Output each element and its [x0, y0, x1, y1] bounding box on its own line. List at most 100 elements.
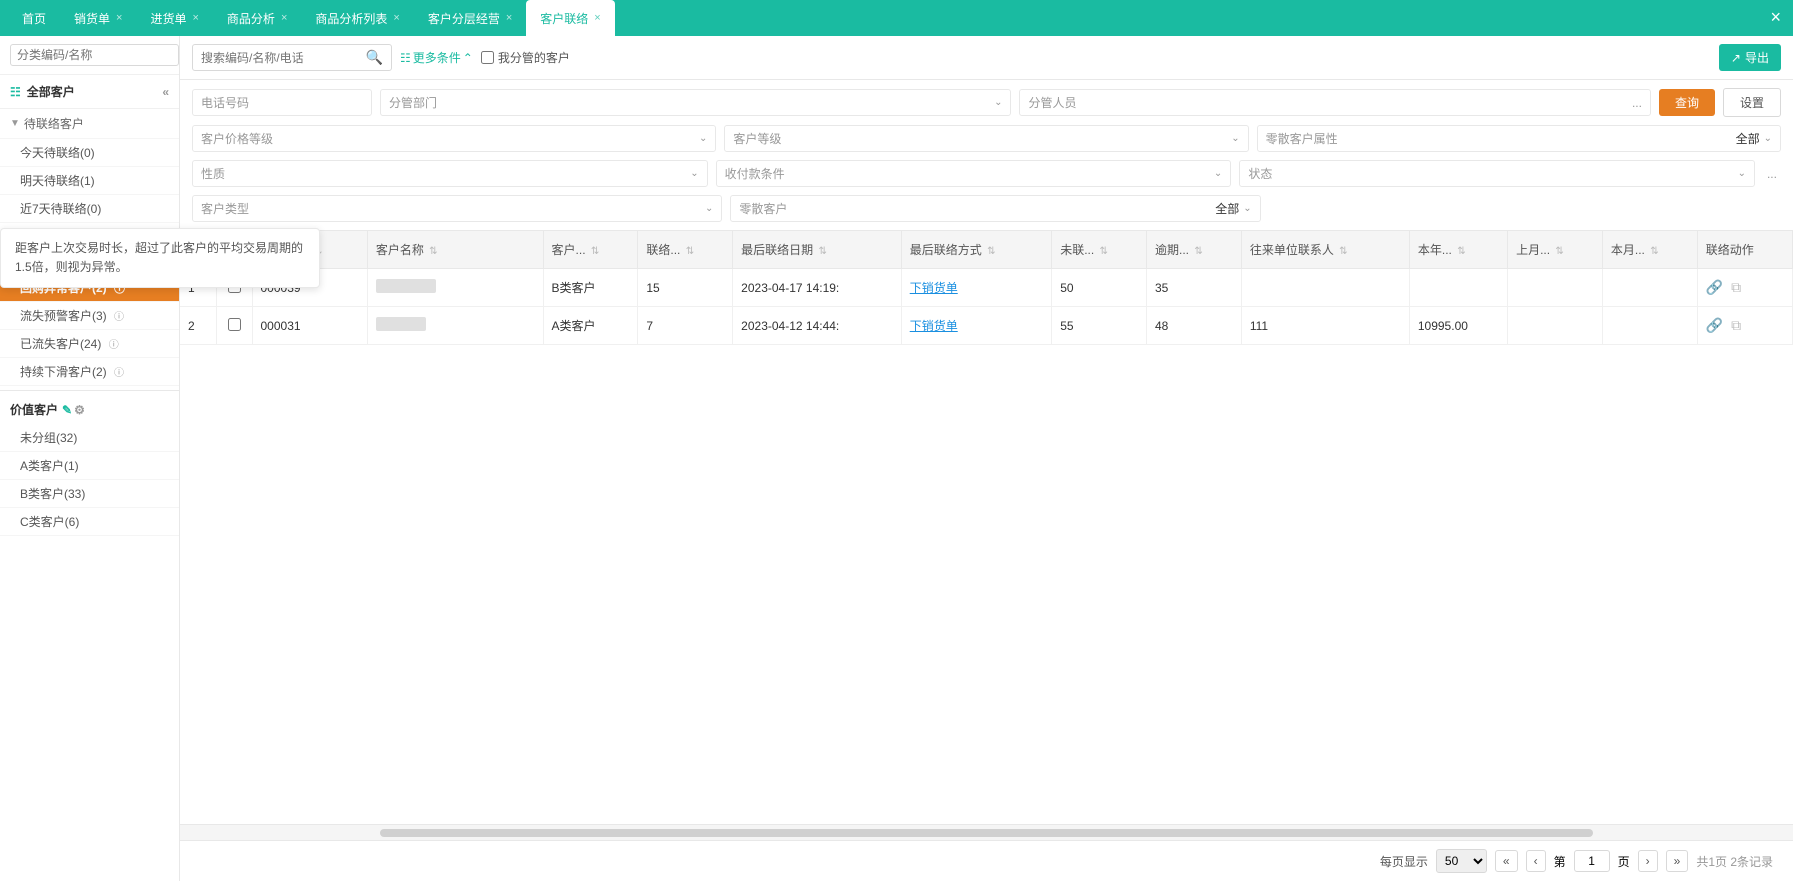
close-sales-tab[interactable]: × — [116, 12, 122, 24]
search-icon[interactable]: 🔍 — [366, 49, 383, 66]
export-button[interactable]: ↗ 导出 — [1719, 44, 1781, 71]
row2-grid-icon[interactable]: ⧉ — [1731, 317, 1741, 334]
edit-value-group-icon[interactable]: ✎ — [62, 403, 72, 417]
status-filter[interactable]: 状态 ⌄ — [1239, 160, 1755, 187]
th-unit-contact: 往来单位联系人 ⇅ — [1241, 231, 1409, 269]
filter-row3-dots[interactable]: ... — [1763, 167, 1781, 181]
filter-icon: ☷ — [400, 51, 411, 65]
per-page-select[interactable]: 50 100 200 — [1436, 849, 1487, 873]
row2-last-month — [1508, 307, 1603, 345]
tab-sales[interactable]: 销货单 × — [60, 0, 136, 36]
lost-help-icon[interactable]: ⓘ — [109, 340, 119, 351]
sidebar-item-tomorrow[interactable]: 明天待联络(1) — [0, 167, 179, 195]
close-customer-segment-tab[interactable]: × — [506, 12, 512, 24]
th-unread: 未联... ⇅ — [1052, 231, 1147, 269]
next-page-btn[interactable]: › — [1638, 850, 1658, 872]
gender-filter[interactable]: 性质 ⌄ — [192, 160, 708, 187]
close-purchase-tab[interactable]: × — [192, 12, 198, 24]
row2-name — [367, 307, 543, 345]
row2-link-icon[interactable]: 🔗 — [1706, 317, 1723, 334]
row1-last-month — [1508, 269, 1603, 307]
sidebar-item-today[interactable]: 今天待联络(0) — [0, 139, 179, 167]
sort-last-date-icon[interactable]: ⇅ — [819, 246, 827, 257]
payment-arrow-icon: ⌄ — [1214, 168, 1222, 179]
declining-help-icon[interactable]: ⓘ — [114, 368, 124, 379]
tab-analysis[interactable]: 商品分析 × — [213, 0, 301, 36]
pending-group[interactable]: ▼ 待联络客户 — [0, 109, 179, 139]
pending-arrow-icon: ▼ — [10, 118, 20, 129]
customer-type-arrow-icon: ⌄ — [705, 203, 713, 214]
customer-level-filter[interactable]: 客户等级 ⌄ — [724, 125, 1248, 152]
sort-this-month-icon[interactable]: ⇅ — [1650, 246, 1658, 257]
close-analysis-tab[interactable]: × — [281, 12, 287, 24]
tab-analysis-list[interactable]: 商品分析列表 × — [301, 0, 413, 36]
sidebar-item-unclassified[interactable]: 未分组(32) — [0, 424, 179, 452]
first-page-btn[interactable]: « — [1495, 850, 1518, 872]
row1-link-icon[interactable]: 🔗 — [1706, 279, 1723, 296]
row2-checkbox[interactable] — [216, 307, 252, 345]
row2-last-date: 2023-04-12 14:44: — [733, 307, 902, 345]
sidebar-item-c-class[interactable]: C类客户(6) — [0, 508, 179, 536]
table-wrapper[interactable]: ⚙ 客户编码 ⇅ 客户名称 ⇅ — [180, 231, 1793, 824]
row2-select-checkbox[interactable] — [228, 318, 241, 331]
close-all-tabs[interactable]: × — [1770, 8, 1781, 26]
tab-purchase[interactable]: 进货单 × — [136, 0, 212, 36]
collapse-sidebar-icon[interactable]: « — [162, 85, 169, 99]
tab-customer-contact[interactable]: 客户联络 × — [526, 0, 614, 36]
row1-grid-icon[interactable]: ⧉ — [1731, 279, 1741, 296]
settings-button[interactable]: 设置 — [1723, 88, 1781, 117]
retail-customer-filter[interactable]: 零散客户 全部 ⌄ — [730, 195, 1260, 222]
close-customer-contact-tab[interactable]: × — [594, 12, 600, 24]
sidebar-search-input[interactable] — [10, 44, 179, 66]
sort-overdue-icon[interactable]: ⇅ — [1194, 246, 1202, 257]
price-level-arrow-icon: ⌄ — [699, 133, 707, 144]
sort-last-month-icon[interactable]: ⇅ — [1555, 246, 1563, 257]
sort-name-icon[interactable]: ⇅ — [429, 246, 437, 257]
row1-type: B类客户 — [543, 269, 638, 307]
person-dots[interactable]: ... — [1632, 96, 1642, 110]
row2-action: 🔗 ⧉ — [1697, 307, 1792, 345]
prev-page-btn[interactable]: ‹ — [1526, 850, 1546, 872]
last-page-btn[interactable]: » — [1666, 850, 1689, 872]
phone-filter[interactable]: 电话号码 — [192, 89, 372, 116]
customer-type-filter[interactable]: 客户类型 ⌄ — [192, 195, 722, 222]
sidebar-item-loss-warning[interactable]: 流失预警客户(3) ⓘ — [0, 302, 179, 330]
value-group-settings-icon[interactable]: ⚙ — [74, 403, 85, 417]
row2-last-way[interactable]: 下销货单 — [901, 307, 1051, 345]
sort-contact-icon[interactable]: ⇅ — [686, 246, 694, 257]
sidebar-item-a-class[interactable]: A类客户(1) — [0, 452, 179, 480]
scrollbar-thumb[interactable] — [380, 829, 1593, 837]
sort-unread-icon[interactable]: ⇅ — [1100, 246, 1108, 257]
dept-filter[interactable]: 分管部门 ⌄ — [380, 89, 1011, 116]
page-input[interactable] — [1574, 850, 1610, 872]
filter-row-1: 电话号码 分管部门 ⌄ 分管人员 ... 查询 设置 — [192, 88, 1781, 117]
sidebar-item-declining[interactable]: 持续下滑客户(2) ⓘ — [0, 358, 179, 386]
loss-warning-help-icon[interactable]: ⓘ — [114, 312, 124, 323]
sort-unit-contact-icon[interactable]: ⇅ — [1339, 246, 1347, 257]
th-this-month: 本月... ⇅ — [1602, 231, 1697, 269]
payment-filter[interactable]: 收付款条件 ⌄ — [716, 160, 1232, 187]
query-button[interactable]: 查询 — [1659, 89, 1715, 116]
close-analysis-list-tab[interactable]: × — [393, 12, 399, 24]
tab-home[interactable]: 首页 — [8, 0, 60, 36]
tab-customer-segment[interactable]: 客户分层经营 × — [414, 0, 526, 36]
row1-last-way[interactable]: 下销货单 — [901, 269, 1051, 307]
sidebar-item-b-class[interactable]: B类客户(33) — [0, 480, 179, 508]
sort-this-year-icon[interactable]: ⇅ — [1457, 246, 1465, 257]
sort-type-icon[interactable]: ⇅ — [591, 246, 599, 257]
person-filter[interactable]: 分管人员 ... — [1019, 89, 1650, 116]
more-filter-btn[interactable]: ☷ 更多条件 ⌃ — [400, 49, 473, 66]
my-customer-filter[interactable]: 我分管的客户 — [481, 49, 570, 66]
sort-last-way-icon[interactable]: ⇅ — [987, 246, 995, 257]
price-level-filter[interactable]: 客户价格等级 ⌄ — [192, 125, 716, 152]
customer-table: ⚙ 客户编码 ⇅ 客户名称 ⇅ — [180, 231, 1793, 345]
search-input[interactable] — [201, 51, 366, 65]
row1-contact: 15 — [638, 269, 733, 307]
sidebar-divider — [0, 390, 179, 391]
my-customer-checkbox[interactable] — [481, 51, 494, 64]
retail-attr-filter[interactable]: 零散客户属性 全部 ⌄ — [1257, 125, 1781, 152]
sidebar-item-lost[interactable]: 已流失客户(24) ⓘ — [0, 330, 179, 358]
horizontal-scrollbar[interactable] — [180, 824, 1793, 840]
sidebar-item-7days[interactable]: 近7天待联络(0) — [0, 195, 179, 223]
filter-row-2: 客户价格等级 ⌄ 客户等级 ⌄ 零散客户属性 全部 ⌄ — [192, 125, 1781, 152]
